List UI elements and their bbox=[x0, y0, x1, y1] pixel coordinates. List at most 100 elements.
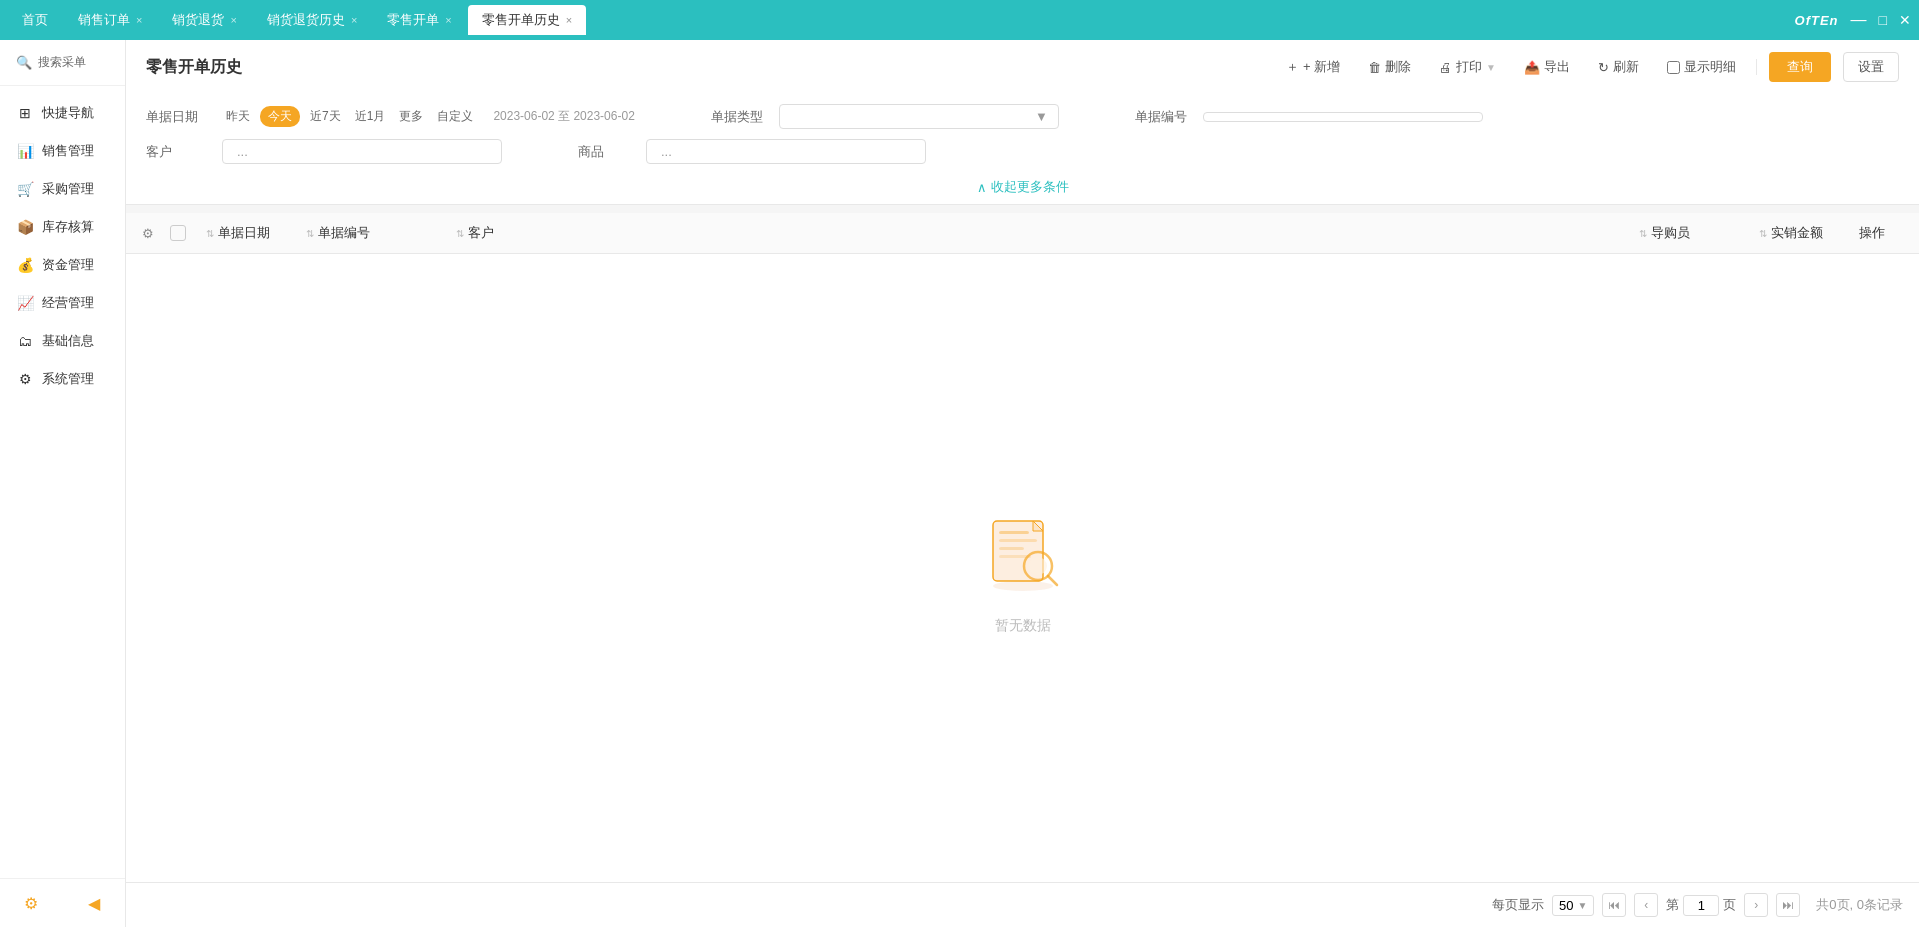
sidebar-label-system: 系统管理 bbox=[42, 370, 94, 388]
tab-close-retail-open[interactable]: × bbox=[445, 14, 451, 26]
first-page-button[interactable]: ⏮ bbox=[1602, 893, 1626, 917]
goods-dots: ... bbox=[661, 144, 672, 159]
page-word: 第 bbox=[1666, 896, 1679, 914]
prev-page-button[interactable]: ‹ bbox=[1634, 893, 1658, 917]
col-sort-icon-5: ⇅ bbox=[1759, 228, 1767, 239]
date-opt-7days[interactable]: 近7天 bbox=[306, 106, 345, 127]
sidebar-item-quick-nav[interactable]: ⊞ 快捷导航 bbox=[0, 94, 125, 132]
tab-sales-order[interactable]: 销售订单× bbox=[64, 5, 156, 35]
sidebar-search-section: 🔍 搜索采单 bbox=[0, 40, 125, 86]
sidebar-item-inventory[interactable]: 📦 库存核算 bbox=[0, 208, 125, 246]
query-button[interactable]: 查询 bbox=[1769, 52, 1831, 82]
sidebar: 🔍 搜索采单 ⊞ 快捷导航 📊 销售管理 🛒 采购管理 📦 库存核算 💰 资金管… bbox=[0, 40, 126, 927]
svg-rect-4 bbox=[999, 547, 1024, 550]
col-header-op: 操作 bbox=[1851, 224, 1911, 242]
sidebar-label-quick-nav: 快捷导航 bbox=[42, 104, 94, 122]
date-opt-today[interactable]: 今天 bbox=[260, 106, 300, 127]
display-detail-checkbox[interactable]: 显示明细 bbox=[1659, 54, 1744, 80]
sidebar-item-system[interactable]: ⚙ 系统管理 bbox=[0, 360, 125, 398]
maximize-button[interactable]: □ bbox=[1879, 12, 1887, 28]
print-dropdown-icon: ▼ bbox=[1486, 62, 1496, 73]
col-header-date[interactable]: ⇅ 单据日期 bbox=[198, 224, 298, 242]
collapse-bar[interactable]: ∧ 收起更多条件 bbox=[146, 174, 1899, 204]
sidebar-item-finance[interactable]: 💰 资金管理 bbox=[0, 246, 125, 284]
col-date-label: 单据日期 bbox=[218, 224, 270, 242]
col-op-label: 操作 bbox=[1859, 224, 1885, 242]
tab-home[interactable]: 首页 bbox=[8, 5, 62, 35]
tab-sales-return-history[interactable]: 销货退货历史 × bbox=[253, 5, 371, 35]
date-opt-custom[interactable]: 自定义 bbox=[433, 106, 477, 127]
sidebar-item-basic[interactable]: 🗂 基础信息 bbox=[0, 322, 125, 360]
tab-close-sales-return-history[interactable]: × bbox=[351, 14, 357, 26]
tab-sales-return[interactable]: 销货退货 × bbox=[158, 5, 250, 35]
svg-point-0 bbox=[993, 581, 1053, 591]
add-button[interactable]: ＋ + 新增 bbox=[1278, 54, 1348, 80]
col-header-guide[interactable]: ⇅ 导购员 bbox=[1631, 224, 1751, 242]
system-icon: ⚙ bbox=[16, 371, 34, 387]
pagination: 每页显示 50 ▼ ⏮ ‹ 第 页 › ⏭ 共0页, 0条记录 bbox=[126, 882, 1919, 927]
col-header-amount[interactable]: ⇅ 实销金额 bbox=[1751, 224, 1851, 242]
window-controls: OfTEn — □ ✕ bbox=[1795, 11, 1911, 29]
settings-gear-button[interactable]: ⚙ bbox=[15, 887, 47, 919]
goods-input[interactable]: ... bbox=[646, 139, 926, 164]
tab-label: 销货退货 bbox=[172, 11, 224, 29]
refresh-button[interactable]: ↻ 刷新 bbox=[1590, 54, 1647, 80]
quick-nav-icon: ⊞ bbox=[16, 105, 34, 121]
next-page-button[interactable]: › bbox=[1744, 893, 1768, 917]
last-page-button[interactable]: ⏭ bbox=[1776, 893, 1800, 917]
empty-text: 暂无数据 bbox=[995, 617, 1051, 635]
col-sort-icon-3: ⇅ bbox=[456, 228, 464, 239]
tab-retail-open[interactable]: 零售开单 × bbox=[373, 5, 465, 35]
col-sort-icon-2: ⇅ bbox=[306, 228, 314, 239]
minimize-button[interactable]: — bbox=[1851, 11, 1867, 29]
date-opt-1month[interactable]: 近1月 bbox=[351, 106, 390, 127]
table-settings-button[interactable]: ⚙ bbox=[134, 219, 162, 247]
print-icon: 🖨 bbox=[1439, 60, 1452, 75]
date-opt-yesterday[interactable]: 昨天 bbox=[222, 106, 254, 127]
tab-close-sales-return[interactable]: × bbox=[230, 14, 236, 26]
col-number-label: 单据编号 bbox=[318, 224, 370, 242]
table-area: ⚙ ⇅ 单据日期 ⇅ 单据编号 ⇅ 客户 ⇅ 导购员 bbox=[126, 213, 1919, 927]
delete-button[interactable]: 🗑 删除 bbox=[1360, 54, 1419, 80]
date-opt-more[interactable]: 更多 bbox=[395, 106, 427, 127]
sidebar-bottom: ⚙ ◀ bbox=[0, 878, 125, 927]
export-button[interactable]: 📤 导出 bbox=[1516, 54, 1578, 80]
search-box[interactable]: 🔍 搜索采单 bbox=[8, 50, 117, 75]
settings-button[interactable]: 设置 bbox=[1843, 52, 1899, 82]
page-size-select[interactable]: 50 ▼ bbox=[1552, 895, 1594, 916]
svg-point-7 bbox=[1029, 557, 1047, 575]
export-icon: 📤 bbox=[1524, 60, 1540, 75]
page-size-arrow: ▼ bbox=[1577, 900, 1587, 911]
page-total: 共0页, 0条记录 bbox=[1816, 896, 1903, 914]
sidebar-item-operations[interactable]: 📈 经营管理 bbox=[0, 284, 125, 322]
sidebar-item-sales[interactable]: 📊 销售管理 bbox=[0, 132, 125, 170]
tab-close-retail-open-history[interactable]: × bbox=[566, 14, 572, 26]
type-select[interactable]: ▼ bbox=[779, 104, 1059, 129]
select-all-checkbox[interactable] bbox=[170, 225, 186, 241]
basic-icon: 🗂 bbox=[16, 333, 34, 349]
collapse-text: 收起更多条件 bbox=[991, 178, 1069, 196]
display-detail-check[interactable] bbox=[1667, 61, 1680, 74]
sidebar-label-finance: 资金管理 bbox=[42, 256, 94, 274]
tab-label: 销货退货历史 bbox=[267, 11, 345, 29]
page-number-input[interactable] bbox=[1683, 895, 1719, 916]
sidebar-collapse-button[interactable]: ◀ bbox=[78, 887, 110, 919]
close-button[interactable]: ✕ bbox=[1899, 12, 1911, 28]
page-size-label: 每页显示 bbox=[1492, 896, 1544, 914]
sidebar-item-purchase[interactable]: 🛒 采购管理 bbox=[0, 170, 125, 208]
tab-close-sales-order[interactable]: × bbox=[136, 14, 142, 26]
tab-retail-open-history[interactable]: 零售开单历史× bbox=[468, 5, 586, 35]
filter-area: 单据日期 昨天 今天 近7天 近1月 更多 自定义 2023-06-02 至 2… bbox=[146, 94, 1899, 204]
print-button[interactable]: 🖨 打印 ▼ bbox=[1431, 54, 1504, 80]
number-input[interactable] bbox=[1203, 112, 1483, 122]
svg-rect-3 bbox=[999, 539, 1037, 542]
page-header: 零售开单历史 ＋ + 新增 🗑 删除 🖨 打印 ▼ bbox=[126, 40, 1919, 205]
sidebar-label-inventory: 库存核算 bbox=[42, 218, 94, 236]
col-header-number[interactable]: ⇅ 单据编号 bbox=[298, 224, 448, 242]
brand-label: OfTEn bbox=[1795, 13, 1839, 28]
tab-label: 零售开单 bbox=[387, 11, 439, 29]
col-header-client[interactable]: ⇅ 客户 bbox=[448, 224, 1631, 242]
sidebar-label-basic: 基础信息 bbox=[42, 332, 94, 350]
purchase-icon: 🛒 bbox=[16, 181, 34, 197]
customer-input[interactable]: ... bbox=[222, 139, 502, 164]
